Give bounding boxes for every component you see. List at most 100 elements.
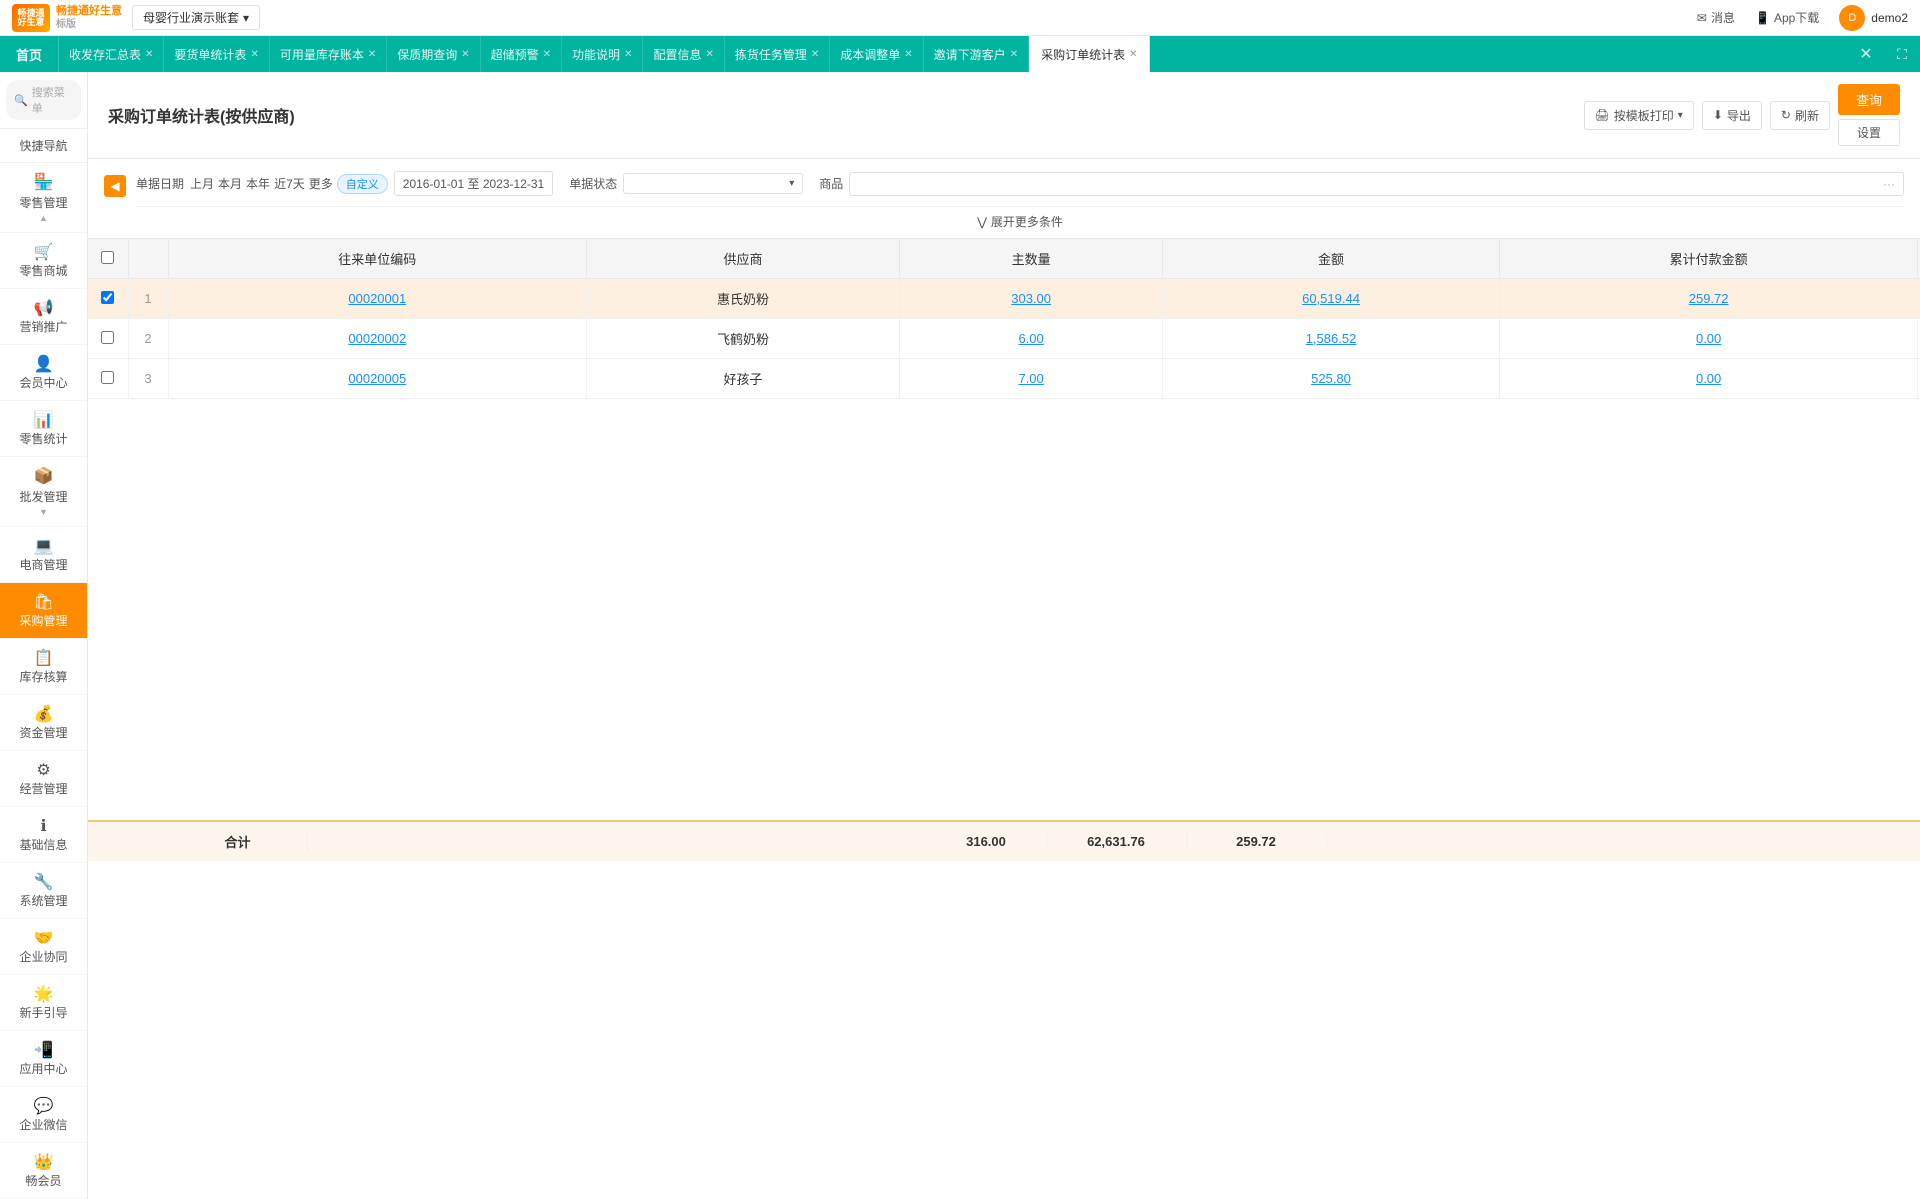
table-row: 1 00020001 惠氏奶粉 303.00 60,519.44 259.72 — [88, 279, 1920, 319]
refresh-btn[interactable]: ↻ 刷新 — [1770, 101, 1830, 130]
sidebar-item-retail-mgmt[interactable]: 🏪 零售管理 ▲ — [0, 163, 87, 233]
td-cumulative-paid[interactable]: 0.00 — [1499, 359, 1918, 399]
sidebar-item-retail-stats[interactable]: 📊 零售统计 — [0, 401, 87, 457]
tab-home[interactable]: 首页 — [0, 36, 59, 72]
close-icon[interactable]: ✕ — [904, 49, 912, 60]
expand-icon: ▼ — [39, 507, 48, 517]
date-shortcut-more[interactable]: 更多 — [309, 175, 333, 192]
print-btn[interactable]: 🖨 按模板打印 ▾ — [1584, 101, 1694, 130]
sidebar-item-retail-mall[interactable]: 🛒 零售商城 — [0, 233, 87, 289]
date-shortcut-prev-month[interactable]: 上月 — [190, 175, 214, 192]
collapse-btn[interactable]: ◀ — [104, 175, 126, 197]
close-icon[interactable]: ✕ — [368, 49, 376, 60]
tab-warranty-query[interactable]: 保质期查询 ✕ — [387, 36, 480, 72]
sidebar: 🔍 搜索菜单 快捷导航 🏪 零售管理 ▲ 🛒 零售商城 📢 营销推广 👤 会员中… — [0, 72, 88, 1199]
close-icon[interactable]: ✕ — [543, 49, 551, 60]
td-main-qty[interactable]: 6.00 — [900, 319, 1163, 359]
tab-close-all-btn[interactable]: ✕ — [1848, 36, 1884, 72]
export-icon: ⬇ — [1713, 108, 1723, 122]
sidebar-item-app-center[interactable]: 📲 应用中心 — [0, 1031, 87, 1087]
td-unit-code[interactable]: 00020002 — [168, 319, 587, 359]
td-check[interactable] — [88, 279, 128, 319]
table-header-row: 往来单位编码 供应商 主数量 金额 累计付款金额 — [88, 239, 1920, 279]
sidebar-item-inventory-check[interactable]: 📋 库存核算 — [0, 639, 87, 695]
sidebar-item-fund-mgmt[interactable]: 💰 资金管理 — [0, 695, 87, 751]
tab-order-summary[interactable]: 要货单统计表 ✕ — [164, 36, 269, 72]
tab-overstock[interactable]: 超储预警 ✕ — [481, 36, 562, 72]
td-check[interactable] — [88, 319, 128, 359]
th-row-num — [128, 239, 168, 279]
tab-purchase-order-stat[interactable]: 采购订单统计表 ✕ — [1029, 36, 1150, 72]
close-icon[interactable]: ✕ — [461, 49, 469, 60]
close-icon[interactable]: ✕ — [705, 49, 713, 60]
tab-pick-task[interactable]: 拣货任务管理 ✕ — [725, 36, 830, 72]
td-supplier: 好孩子 — [587, 359, 900, 399]
td-unit-code[interactable]: 00020005 — [168, 359, 587, 399]
td-amount[interactable]: 1,586.52 — [1163, 319, 1500, 359]
select-all-checkbox[interactable] — [101, 251, 114, 264]
settings-btn[interactable]: 设置 — [1838, 119, 1900, 146]
expand-icon: ▲ — [39, 213, 48, 223]
close-icon[interactable]: ✕ — [811, 49, 819, 60]
sidebar-item-member-center[interactable]: 👤 会员中心 — [0, 345, 87, 401]
data-table: 往来单位编码 供应商 主数量 金额 累计付款金额 1 — [88, 239, 1920, 399]
tab-invite-downstream[interactable]: 邀请下游客户 ✕ — [924, 36, 1029, 72]
sidebar-item-ops-mgmt[interactable]: ⚙ 经营管理 — [0, 751, 87, 807]
sidebar-item-new-guide[interactable]: 🌟 新手引导 — [0, 975, 87, 1031]
avatar: D — [1839, 5, 1865, 31]
th-cumulative-paid: 累计付款金额 — [1499, 239, 1918, 279]
top-bar: 畅捷通好生意 畅捷通好生意 标版 母婴行业演示账套 ▾ ✉ 消息 📱 App下载… — [0, 0, 1920, 36]
date-shortcut-7days[interactable]: 近7天 — [274, 175, 305, 192]
workspace-selector[interactable]: 母婴行业演示账套 ▾ — [132, 5, 260, 30]
td-check[interactable] — [88, 359, 128, 399]
td-main-qty[interactable]: 7.00 — [900, 359, 1163, 399]
page-header: 采购订单统计表(按供应商) 🖨 按模板打印 ▾ ⬇ 导出 ↻ 刷新 查询 — [88, 72, 1920, 159]
status-select[interactable]: ▾ — [623, 173, 803, 194]
query-btn[interactable]: 查询 — [1838, 84, 1900, 115]
main-content: 采购订单统计表(按供应商) 🖨 按模板打印 ▾ ⬇ 导出 ↻ 刷新 查询 — [88, 72, 1920, 1199]
sidebar-item-purchase-mgmt[interactable]: 🛍 采购管理 — [0, 583, 87, 639]
th-unit-code: 往来单位编码 — [168, 239, 587, 279]
close-icon[interactable]: ✕ — [250, 49, 258, 60]
tab-maximize-btn[interactable]: ⛶ — [1884, 36, 1920, 72]
td-main-qty[interactable]: 303.00 — [900, 279, 1163, 319]
sidebar-item-marketing[interactable]: 📢 营销推广 — [0, 289, 87, 345]
message-btn[interactable]: ✉ 消息 — [1697, 9, 1735, 26]
th-main-qty: 主数量 — [900, 239, 1163, 279]
date-range-display[interactable]: 2016-01-01 至 2023-12-31 — [394, 171, 553, 196]
sidebar-item-system-mgmt[interactable]: 🔧 系统管理 — [0, 863, 87, 919]
close-icon[interactable]: ✕ — [1129, 49, 1137, 60]
tab-available-stock[interactable]: 可用量库存账本 ✕ — [270, 36, 387, 72]
sidebar-item-enterprise-collab[interactable]: 🤝 企业协同 — [0, 919, 87, 975]
sidebar-item-wholesale-mgmt[interactable]: 📦 批发管理 ▼ — [0, 457, 87, 527]
expand-more-btn[interactable]: ⋁ 展开更多条件 — [136, 206, 1904, 230]
logo: 畅捷通好生意 畅捷通好生意 标版 — [12, 4, 122, 32]
td-unit-code[interactable]: 00020001 — [168, 279, 587, 319]
close-icon[interactable]: ✕ — [624, 49, 632, 60]
tab-config-info[interactable]: 配置信息 ✕ — [643, 36, 724, 72]
td-cumulative-paid[interactable]: 259.72 — [1499, 279, 1918, 319]
sidebar-item-ecommerce-mgmt[interactable]: 💻 电商管理 — [0, 527, 87, 583]
td-amount[interactable]: 525.80 — [1163, 359, 1500, 399]
date-shortcut-curr-year[interactable]: 本年 — [246, 175, 270, 192]
app-download-btn[interactable]: 📱 App下载 — [1755, 9, 1819, 26]
export-btn[interactable]: ⬇ 导出 — [1702, 101, 1762, 130]
sidebar-item-basic-info[interactable]: ℹ 基础信息 — [0, 807, 87, 863]
goods-input[interactable]: ··· — [849, 172, 1904, 196]
user-area[interactable]: D demo2 — [1839, 5, 1908, 31]
sidebar-item-quick-nav[interactable]: 快捷导航 — [0, 129, 87, 163]
tab-receive-summary[interactable]: 收发存汇总表 ✕ — [59, 36, 164, 72]
table-area: 往来单位编码 供应商 主数量 金额 累计付款金额 1 — [88, 239, 1920, 1199]
logo-text: 畅捷通好生意 标版 — [56, 4, 122, 31]
close-icon[interactable]: ✕ — [1010, 49, 1018, 60]
sidebar-search[interactable]: 🔍 搜索菜单 — [0, 72, 87, 129]
sidebar-item-enterprise-wechat[interactable]: 💬 企业微信 — [0, 1087, 87, 1143]
date-shortcut-curr-month[interactable]: 本月 — [218, 175, 242, 192]
table-footer-row: 合计 316.00 62,631.76 259.72 — [88, 820, 1920, 861]
tab-function-desc[interactable]: 功能说明 ✕ — [562, 36, 643, 72]
sidebar-item-vip[interactable]: 👑 畅会员 — [0, 1143, 87, 1199]
tab-cost-adjust[interactable]: 成本调整单 ✕ — [830, 36, 923, 72]
td-cumulative-paid[interactable]: 0.00 — [1499, 319, 1918, 359]
td-amount[interactable]: 60,519.44 — [1163, 279, 1500, 319]
close-icon[interactable]: ✕ — [145, 49, 153, 60]
